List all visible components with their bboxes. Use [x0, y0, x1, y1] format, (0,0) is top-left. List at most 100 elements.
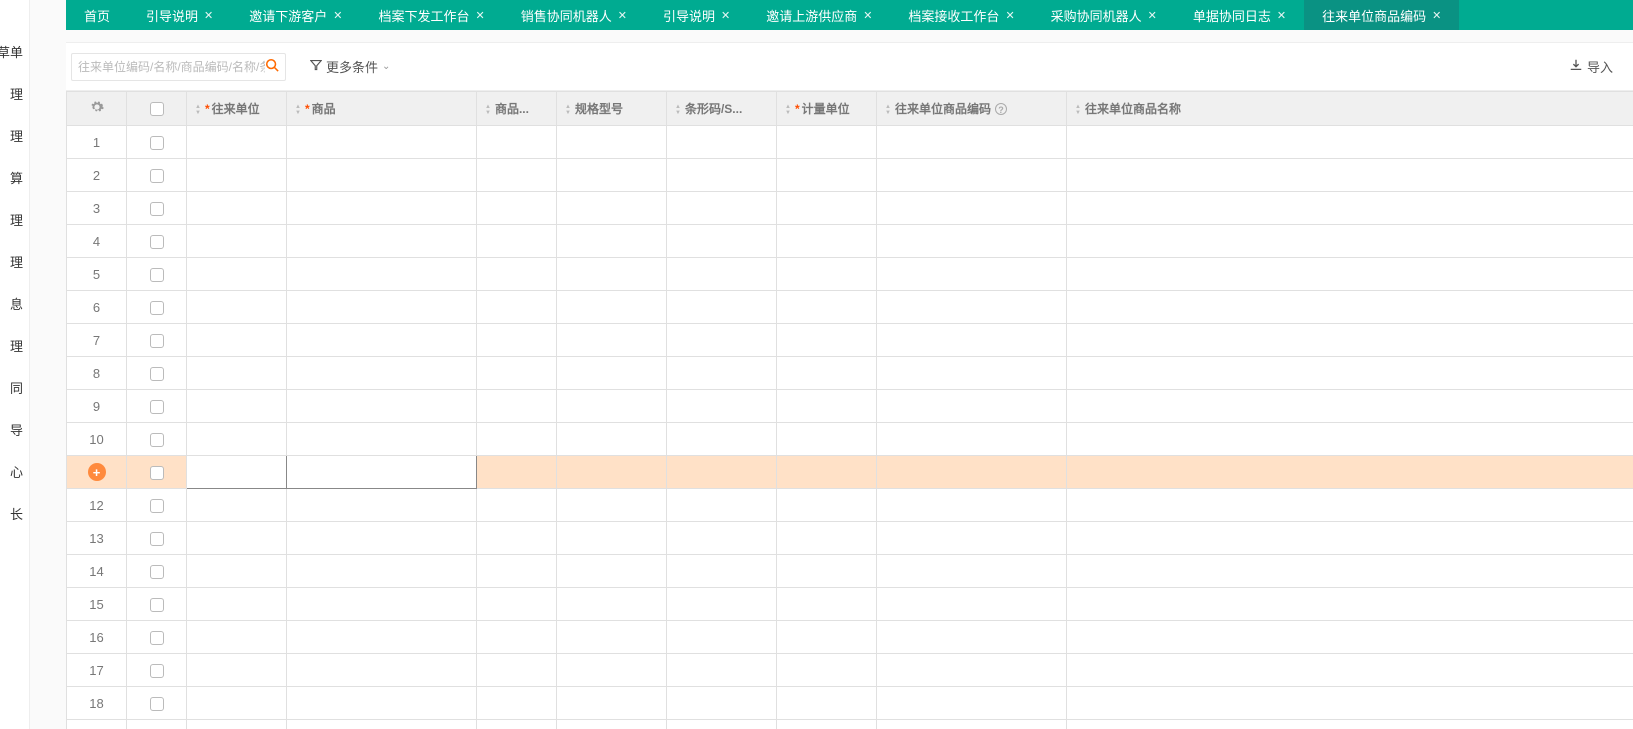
row-checkbox[interactable]	[150, 367, 164, 381]
table-cell[interactable]	[477, 555, 557, 588]
add-row-icon[interactable]: +	[88, 463, 106, 481]
table-cell[interactable]	[667, 522, 777, 555]
table-cell[interactable]	[477, 654, 557, 687]
header-product[interactable]: ▲▼*商品	[287, 92, 477, 126]
table-cell[interactable]	[287, 555, 477, 588]
table-cell[interactable]	[287, 588, 477, 621]
table-cell[interactable]	[1067, 225, 1633, 258]
table-cell[interactable]	[477, 291, 557, 324]
header-name[interactable]: ▲▼往来单位商品名称	[1067, 92, 1633, 126]
table-row[interactable]: 6	[67, 291, 1633, 324]
table-cell[interactable]	[777, 159, 877, 192]
sidebar-item[interactable]: 理	[0, 114, 29, 156]
table-cell[interactable]	[667, 126, 777, 159]
table-cell[interactable]	[477, 621, 557, 654]
table-cell[interactable]	[477, 522, 557, 555]
table-cell[interactable]	[777, 720, 877, 729]
table-cell[interactable]	[1067, 258, 1633, 291]
table-cell[interactable]	[477, 192, 557, 225]
table-cell[interactable]	[1067, 357, 1633, 390]
row-checkbox[interactable]	[150, 631, 164, 645]
table-cell[interactable]	[667, 423, 777, 456]
table-cell[interactable]	[477, 456, 557, 489]
table-cell[interactable]	[777, 588, 877, 621]
close-icon[interactable]: ✕	[1148, 9, 1157, 22]
table-cell[interactable]	[287, 456, 477, 489]
table-cell[interactable]	[187, 258, 287, 291]
table-cell[interactable]	[877, 390, 1067, 423]
table-cell[interactable]	[557, 456, 667, 489]
table-cell[interactable]	[667, 390, 777, 423]
table-cell[interactable]	[777, 324, 877, 357]
table-cell[interactable]	[477, 390, 557, 423]
table-row[interactable]: 3	[67, 192, 1633, 225]
row-checkbox[interactable]	[150, 466, 164, 480]
table-cell[interactable]	[557, 654, 667, 687]
table-row[interactable]: 7	[67, 324, 1633, 357]
table-row[interactable]: 18	[67, 687, 1633, 720]
table-cell[interactable]	[877, 621, 1067, 654]
table-cell[interactable]	[187, 720, 287, 729]
row-checkbox[interactable]	[150, 169, 164, 183]
table-cell[interactable]	[777, 621, 877, 654]
table-cell[interactable]	[667, 456, 777, 489]
table-cell[interactable]	[667, 225, 777, 258]
header-barcode[interactable]: ▲▼条形码/S...	[667, 92, 777, 126]
tab-item[interactable]: 往来单位商品编码✕	[1304, 0, 1459, 30]
table-cell[interactable]	[187, 654, 287, 687]
table-scroll[interactable]: ▲▼*往来单位 ▲▼*商品 ▲▼商品... ▲▼规格型号 ▲▼条形码/S...	[66, 91, 1633, 729]
table-cell[interactable]	[667, 489, 777, 522]
close-icon[interactable]: ✕	[1005, 9, 1014, 22]
table-row[interactable]: 17	[67, 654, 1633, 687]
table-cell[interactable]	[877, 687, 1067, 720]
table-cell[interactable]	[287, 423, 477, 456]
sidebar-item[interactable]: 长	[0, 492, 29, 534]
sidebar-item[interactable]: 导	[0, 408, 29, 450]
table-cell[interactable]	[667, 357, 777, 390]
sidebar-item[interactable]: 同	[0, 366, 29, 408]
header-measure[interactable]: ▲▼*计量单位	[777, 92, 877, 126]
sidebar-item[interactable]: 算	[0, 156, 29, 198]
table-cell[interactable]	[557, 687, 667, 720]
header-checkbox[interactable]	[127, 92, 187, 126]
table-cell[interactable]	[777, 687, 877, 720]
table-cell[interactable]	[877, 126, 1067, 159]
table-cell[interactable]	[1067, 621, 1633, 654]
table-cell[interactable]	[877, 159, 1067, 192]
table-cell[interactable]	[187, 126, 287, 159]
table-cell[interactable]	[477, 588, 557, 621]
header-gear[interactable]	[67, 92, 127, 126]
header-code[interactable]: ▲▼往来单位商品编码?	[877, 92, 1067, 126]
close-icon[interactable]: ✕	[618, 9, 627, 22]
row-checkbox[interactable]	[150, 301, 164, 315]
table-row[interactable]: 14	[67, 555, 1633, 588]
row-checkbox[interactable]	[150, 532, 164, 546]
table-cell[interactable]	[1067, 489, 1633, 522]
table-cell[interactable]	[287, 324, 477, 357]
row-checkbox[interactable]	[150, 565, 164, 579]
tab-item[interactable]: 档案接收工作台✕	[890, 0, 1032, 30]
tab-item[interactable]: 邀请下游客户✕	[231, 0, 360, 30]
table-cell[interactable]	[477, 357, 557, 390]
tab-item[interactable]: 单据协同日志✕	[1175, 0, 1304, 30]
table-row[interactable]: 13	[67, 522, 1633, 555]
table-cell[interactable]	[557, 291, 667, 324]
export-button[interactable]: 导入	[1569, 57, 1613, 76]
close-icon[interactable]: ✕	[721, 9, 730, 22]
table-cell[interactable]	[667, 192, 777, 225]
table-cell[interactable]	[877, 654, 1067, 687]
table-cell[interactable]	[187, 225, 287, 258]
row-checkbox[interactable]	[150, 334, 164, 348]
table-cell[interactable]	[557, 324, 667, 357]
sidebar-item[interactable]: 草单	[0, 30, 29, 72]
table-cell[interactable]	[777, 456, 877, 489]
search-icon[interactable]	[265, 58, 279, 75]
sidebar-item[interactable]: 心	[0, 450, 29, 492]
row-checkbox[interactable]	[150, 697, 164, 711]
table-row[interactable]: 5	[67, 258, 1633, 291]
table-row[interactable]: 12	[67, 489, 1633, 522]
tab-item[interactable]: 采购协同机器人✕	[1033, 0, 1175, 30]
table-cell[interactable]	[1067, 555, 1633, 588]
table-cell[interactable]	[187, 291, 287, 324]
table-cell[interactable]	[477, 423, 557, 456]
